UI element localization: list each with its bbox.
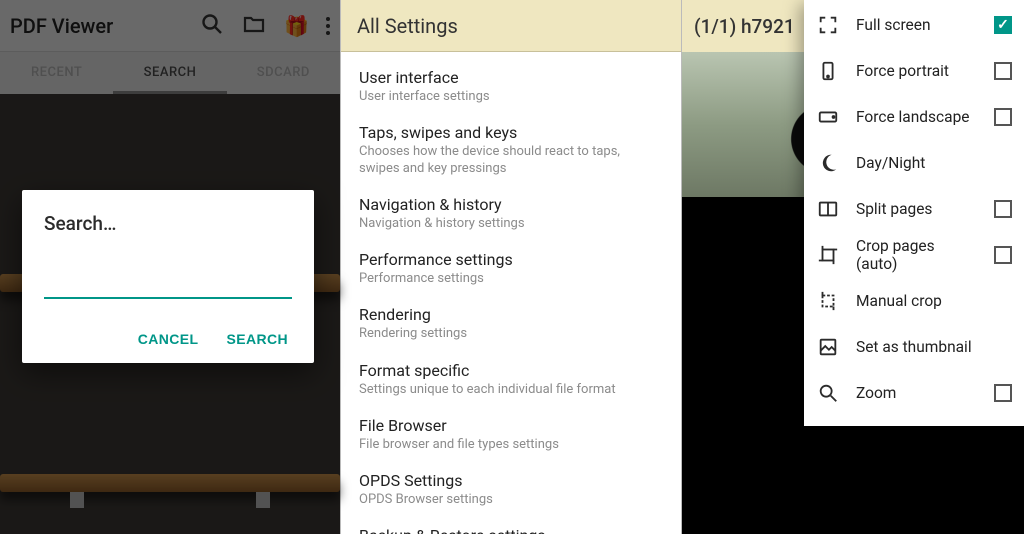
thumbnail-icon [816, 335, 840, 359]
checkbox[interactable] [994, 62, 1012, 80]
settings-item-desc: Chooses how the device should react to t… [359, 144, 663, 177]
settings-list[interactable]: User interface User interface settings Tap… [341, 52, 681, 534]
settings-item-desc: Settings unique to each individual file … [359, 382, 663, 398]
settings-item[interactable]: Taps, swipes and keys Chooses how the dev… [359, 113, 663, 185]
settings-item[interactable]: Format specific Settings unique to each i… [359, 351, 663, 406]
menu-item-force-landscape[interactable]: Force landscape [810, 94, 1018, 140]
menu-item-label: Split pages [856, 200, 978, 218]
settings-item-title: Performance settings [359, 250, 663, 269]
panel-all-settings: All Settings User interfaceUser interfac… [340, 0, 682, 534]
checkbox[interactable] [994, 200, 1012, 218]
menu-item-label: Force portrait [856, 62, 978, 80]
daynight-icon [816, 151, 840, 175]
checkbox[interactable] [994, 108, 1012, 126]
menu-item-label: Zoom [856, 384, 978, 402]
settings-item[interactable]: File Browser File browser and file types … [359, 406, 663, 461]
settings-item[interactable]: OPDS Settings OPDS Browser settings [359, 461, 663, 516]
menu-item-label: Set as thumbnail [856, 338, 1012, 356]
settings-item[interactable]: Navigation & history Navigation & history… [359, 185, 663, 240]
settings-item-title: User interface [359, 68, 663, 87]
checkbox[interactable] [994, 16, 1012, 34]
menu-item-label: Manual crop [856, 292, 1012, 310]
viewer-overflow-menu: Full screen Force portrait Force landscape… [804, 0, 1024, 426]
checkbox[interactable] [994, 246, 1012, 264]
menu-item-crop-pages-auto-[interactable]: Crop pages (auto) [810, 232, 1018, 278]
dialog-title: Search… [44, 212, 292, 235]
settings-item-title: Backup & Restore settings [359, 526, 663, 534]
split-icon [816, 197, 840, 221]
settings-item-title: File Browser [359, 416, 663, 435]
settings-item-title: Format specific [359, 361, 663, 380]
portrait-icon [816, 59, 840, 83]
search-input[interactable] [44, 275, 292, 299]
menu-item-label: Full screen [856, 16, 978, 34]
landscape-icon [816, 105, 840, 129]
fullscreen-icon [816, 13, 840, 37]
settings-item-desc: Navigation & history settings [359, 216, 663, 232]
settings-item-desc: Rendering settings [359, 326, 663, 342]
settings-item-title: Taps, swipes and keys [359, 123, 663, 142]
settings-item[interactable]: Rendering Rendering settings [359, 295, 663, 350]
menu-item-label: Force landscape [856, 108, 978, 126]
cancel-button[interactable]: CANCEL [134, 325, 203, 353]
menu-item-zoom[interactable]: Zoom [810, 370, 1018, 416]
settings-item-title: Rendering [359, 305, 663, 324]
settings-header: All Settings [341, 0, 681, 52]
settings-item-title: OPDS Settings [359, 471, 663, 490]
settings-item-desc: Performance settings [359, 271, 663, 287]
menu-item-label: Crop pages (auto) [856, 237, 978, 273]
checkbox[interactable] [994, 384, 1012, 402]
search-button[interactable]: SEARCH [222, 325, 292, 353]
menu-item-set-as-thumbnail[interactable]: Set as thumbnail [810, 324, 1018, 370]
settings-item[interactable]: Backup & Restore settingsBackup and rest… [359, 516, 663, 534]
settings-item-desc: File browser and file types settings [359, 437, 663, 453]
menu-item-day-night[interactable]: Day/Night [810, 140, 1018, 186]
menu-item-full-screen[interactable]: Full screen [810, 2, 1018, 48]
dialog-actions: CANCEL SEARCH [44, 325, 292, 353]
cropmanual-icon [816, 289, 840, 313]
panel-pdf-viewer: PDF Viewer 🎁 RECENT SEARCH SDCARD Search… [0, 0, 340, 534]
menu-item-manual-crop[interactable]: Manual crop [810, 278, 1018, 324]
settings-item-desc: OPDS Browser settings [359, 492, 663, 508]
settings-item[interactable]: User interface User interface settings [359, 58, 663, 113]
settings-item-desc: User interface settings [359, 89, 663, 105]
menu-item-label: Day/Night [856, 154, 1012, 172]
menu-item-split-pages[interactable]: Split pages [810, 186, 1018, 232]
zoom-icon [816, 381, 840, 405]
cropauto-icon [816, 243, 840, 267]
settings-item[interactable]: Performance settings Performance settings [359, 240, 663, 295]
panel-viewer: (1/1) h7921 Full screenForce portraitFor… [682, 0, 1024, 534]
settings-item-title: Navigation & history [359, 195, 663, 214]
search-dialog: Search… CANCEL SEARCH [22, 190, 314, 363]
menu-item-force-portrait[interactable]: Force portrait [810, 48, 1018, 94]
